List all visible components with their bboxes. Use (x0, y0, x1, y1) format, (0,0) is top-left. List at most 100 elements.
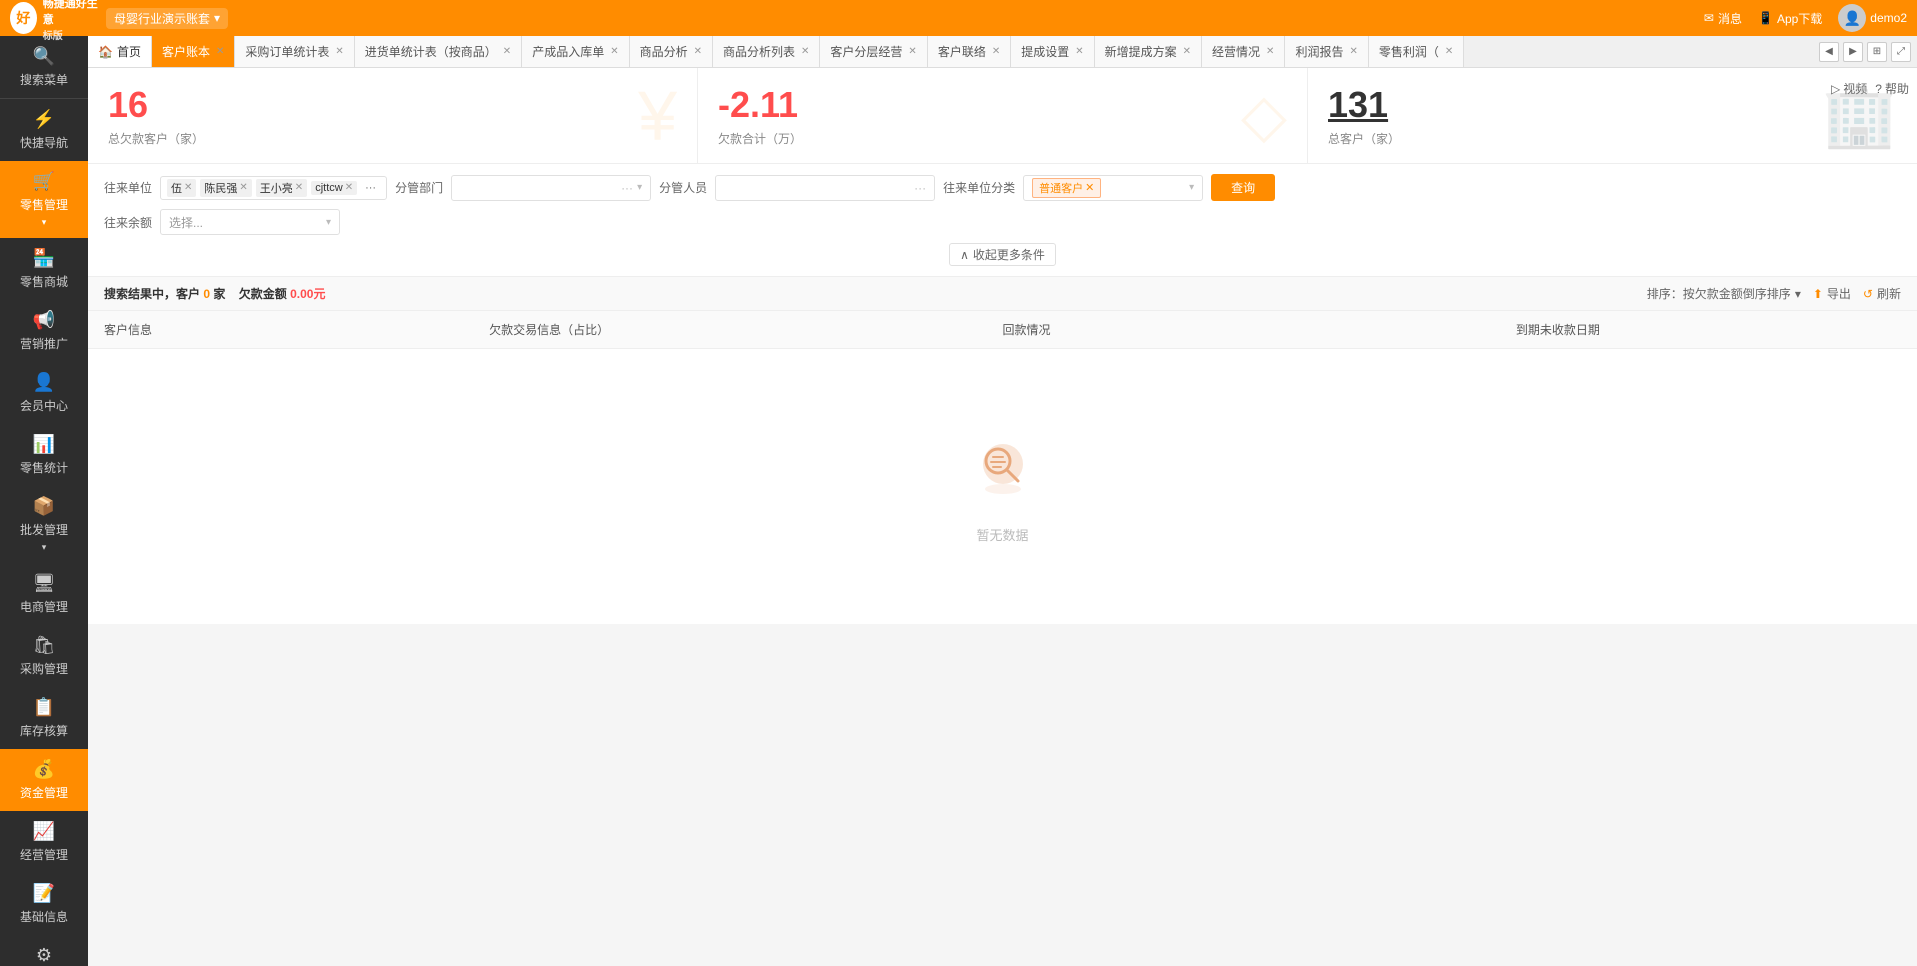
logo-icon: 好 (10, 2, 37, 34)
empty-state-icon (963, 429, 1043, 509)
stat-label-debt: 欠款合计（万） (718, 130, 802, 147)
quick-nav-icon: ⚡ (33, 109, 55, 130)
unit-tag-close-wu[interactable]: ✕ (184, 182, 192, 193)
unit-tag-chen[interactable]: 陈民强 ✕ (200, 179, 251, 197)
tab-close-icon[interactable]: ✕ (1075, 46, 1083, 57)
sidebar-item-quick-nav[interactable]: ⚡ 快捷导航 (0, 99, 88, 161)
unit-tag-wang[interactable]: 王小亮 ✕ (256, 179, 307, 197)
tab-product-stock-in[interactable]: 产成品入库单 ✕ (522, 36, 629, 68)
tab-close-icon[interactable]: ✕ (1445, 46, 1453, 57)
tab-close-icon[interactable]: ✕ (908, 46, 916, 57)
sidebar-item-label: 批发管理 (20, 521, 68, 538)
sidebar-item-search[interactable]: 🔍 搜索菜单 (0, 36, 88, 99)
stat-value-customers: 16 (108, 84, 148, 126)
unit-tag-cjttcw[interactable]: cjttcw ✕ (311, 181, 357, 195)
export-label: 导出 (1827, 285, 1851, 302)
category-tag-close[interactable]: ✕ (1085, 181, 1094, 194)
stat-label-customers: 总欠款客户（家） (108, 130, 204, 147)
sidebar-item-system-mgmt[interactable]: ⚙ 系统管理 (0, 935, 88, 966)
balance-select[interactable]: 选择... ▾ (160, 209, 340, 235)
sidebar-item-retail-stats[interactable]: 📊 零售统计 (0, 424, 88, 486)
sidebar-item-basic-info[interactable]: 📝 基础信息 (0, 873, 88, 935)
balance-placeholder: 选择... (169, 214, 322, 231)
tab-promotion-settings[interactable]: 提成设置 ✕ (1011, 36, 1094, 68)
sidebar-item-ecom-mgmt[interactable]: 🖥 电商管理 (0, 563, 88, 625)
unit-tag-wu[interactable]: 伍 ✕ (167, 179, 196, 197)
app-download-button[interactable]: 📱 App下载 (1758, 10, 1822, 27)
tab-close-icon[interactable]: ✕ (992, 46, 1000, 57)
sidebar-item-label: 资金管理 (20, 784, 68, 801)
tab-retail-profit[interactable]: 零售利润（ ✕ (1369, 36, 1464, 68)
tab-close-icon[interactable]: ✕ (1266, 46, 1274, 57)
top-bar-right: ✉ 消息 📱 App下载 👤 demo2 (1704, 4, 1907, 32)
tab-close-icon[interactable]: ✕ (694, 46, 702, 57)
dept-select[interactable]: ··· ▾ (451, 175, 651, 201)
unit-tag-close-wang[interactable]: ✕ (295, 182, 303, 193)
sidebar-item-finance-mgmt[interactable]: 💰 资金管理 (0, 749, 88, 811)
sidebar-item-purchase-mgmt[interactable]: 🛍 采购管理 (0, 625, 88, 687)
filter-area: 往来单位 伍 ✕ 陈民强 ✕ 王小亮 (88, 164, 1917, 277)
unit-tag-label: 伍 (171, 180, 182, 196)
tab-close-icon[interactable]: ✕ (335, 46, 343, 57)
tab-stock-stats[interactable]: 进货单统计表（按商品） ✕ (355, 36, 522, 68)
sort-button[interactable]: 排序：按欠款金额倒序排序 ▾ (1647, 285, 1801, 302)
person-select[interactable]: ··· (715, 175, 935, 201)
refresh-button[interactable]: ↺ 刷新 (1863, 285, 1901, 302)
tab-close-icon[interactable]: ✕ (610, 46, 618, 57)
export-button[interactable]: ⬆ 导出 (1813, 285, 1851, 302)
unit-tag-more[interactable]: ··· (361, 181, 380, 195)
unit-tag-label: 王小亮 (260, 180, 293, 196)
category-dropdown-icon: ▾ (1189, 182, 1194, 193)
tab-fullscreen-button[interactable]: ⤢ (1891, 42, 1911, 62)
results-customer-count: 0 (203, 287, 210, 301)
tab-new-promotion-plan[interactable]: 新增提成方案 ✕ (1095, 36, 1202, 68)
sidebar-item-retail-mgmt[interactable]: 🛒 零售管理 ▾ (0, 161, 88, 238)
category-select[interactable]: 普通客户 ✕ ▾ (1023, 175, 1203, 201)
operations-icon: 📈 (33, 821, 55, 842)
tab-scroll-left-button[interactable]: ◀ (1819, 42, 1839, 62)
stat-bg-diamond-icon: ◇ (1241, 81, 1287, 151)
sidebar-item-wholesale-mgmt[interactable]: 📦 批发管理 ▾ (0, 486, 88, 563)
tab-expand-button[interactable]: ⊞ (1867, 42, 1887, 62)
tab-scroll-right-button[interactable]: ▶ (1843, 42, 1863, 62)
video-help-button[interactable]: ▷ 视频 (1831, 80, 1867, 97)
tab-business-situation[interactable]: 经营情况 ✕ (1202, 36, 1285, 68)
sidebar-item-inventory[interactable]: 📋 库存核算 (0, 687, 88, 749)
username: demo2 (1870, 11, 1907, 25)
sidebar-item-marketing[interactable]: 📢 营销推广 (0, 300, 88, 362)
sidebar-item-label: 零售商城 (20, 273, 68, 290)
ecom-icon: 🖥 (33, 573, 56, 594)
stats-row: ¥ 16 总欠款客户（家） ◇ -2.11 欠款合计（万） 🏢 131 总 (88, 68, 1917, 164)
tab-close-icon[interactable]: ✕ (801, 46, 809, 57)
stat-value-total: 131 (1328, 84, 1388, 126)
unit-tag-close-chen[interactable]: ✕ (239, 182, 247, 193)
sidebar-item-operations-mgmt[interactable]: 📈 经营管理 (0, 811, 88, 873)
tab-close-icon[interactable]: ✕ (1183, 46, 1191, 57)
empty-state: 暂无数据 (88, 349, 1917, 624)
sidebar-item-retail-mall[interactable]: 🏪 零售商城 (0, 238, 88, 300)
sidebar-item-member-center[interactable]: 👤 会员中心 (0, 362, 88, 424)
tab-close-icon[interactable]: ✕ (1349, 46, 1357, 57)
tab-customer-tier[interactable]: 客户分层经营 ✕ (820, 36, 927, 68)
results-bar: 搜索结果中，客户 0 家 欠款金额 0.00元 排序：按欠款金额倒序排序 ▾ (88, 277, 1917, 311)
collapse-filter-button[interactable]: ∧ 收起更多条件 (949, 243, 1056, 266)
unit-tag-group[interactable]: 伍 ✕ 陈民强 ✕ 王小亮 ✕ (160, 176, 387, 200)
category-tag-selected[interactable]: 普通客户 ✕ (1032, 178, 1101, 198)
tab-close-icon[interactable]: ✕ (216, 46, 224, 57)
user-profile[interactable]: 👤 demo2 (1838, 4, 1907, 32)
tab-purchase-stats[interactable]: 采购订单统计表 ✕ (235, 36, 354, 68)
tab-product-analysis[interactable]: 商品分析 ✕ (630, 36, 713, 68)
tab-label: 客户账本 (162, 43, 210, 60)
help-button[interactable]: ? 帮助 (1875, 80, 1909, 97)
tab-customer-contact[interactable]: 客户联络 ✕ (928, 36, 1011, 68)
app-sub: 标版 (43, 27, 98, 42)
query-button[interactable]: 查询 (1211, 174, 1275, 201)
tab-close-icon[interactable]: ✕ (503, 46, 511, 57)
unit-tag-close-cjttcw[interactable]: ✕ (345, 182, 353, 193)
chevron-down-icon: ▾ (42, 217, 47, 228)
tab-customer-account[interactable]: 客户账本 ✕ (152, 36, 235, 68)
workspace-dropdown[interactable]: 母婴行业演示账套 ▾ (106, 8, 228, 29)
tab-product-analysis-list[interactable]: 商品分析列表 ✕ (713, 36, 820, 68)
tab-profit-report[interactable]: 利润报告 ✕ (1285, 36, 1368, 68)
message-button[interactable]: ✉ 消息 (1704, 10, 1742, 27)
